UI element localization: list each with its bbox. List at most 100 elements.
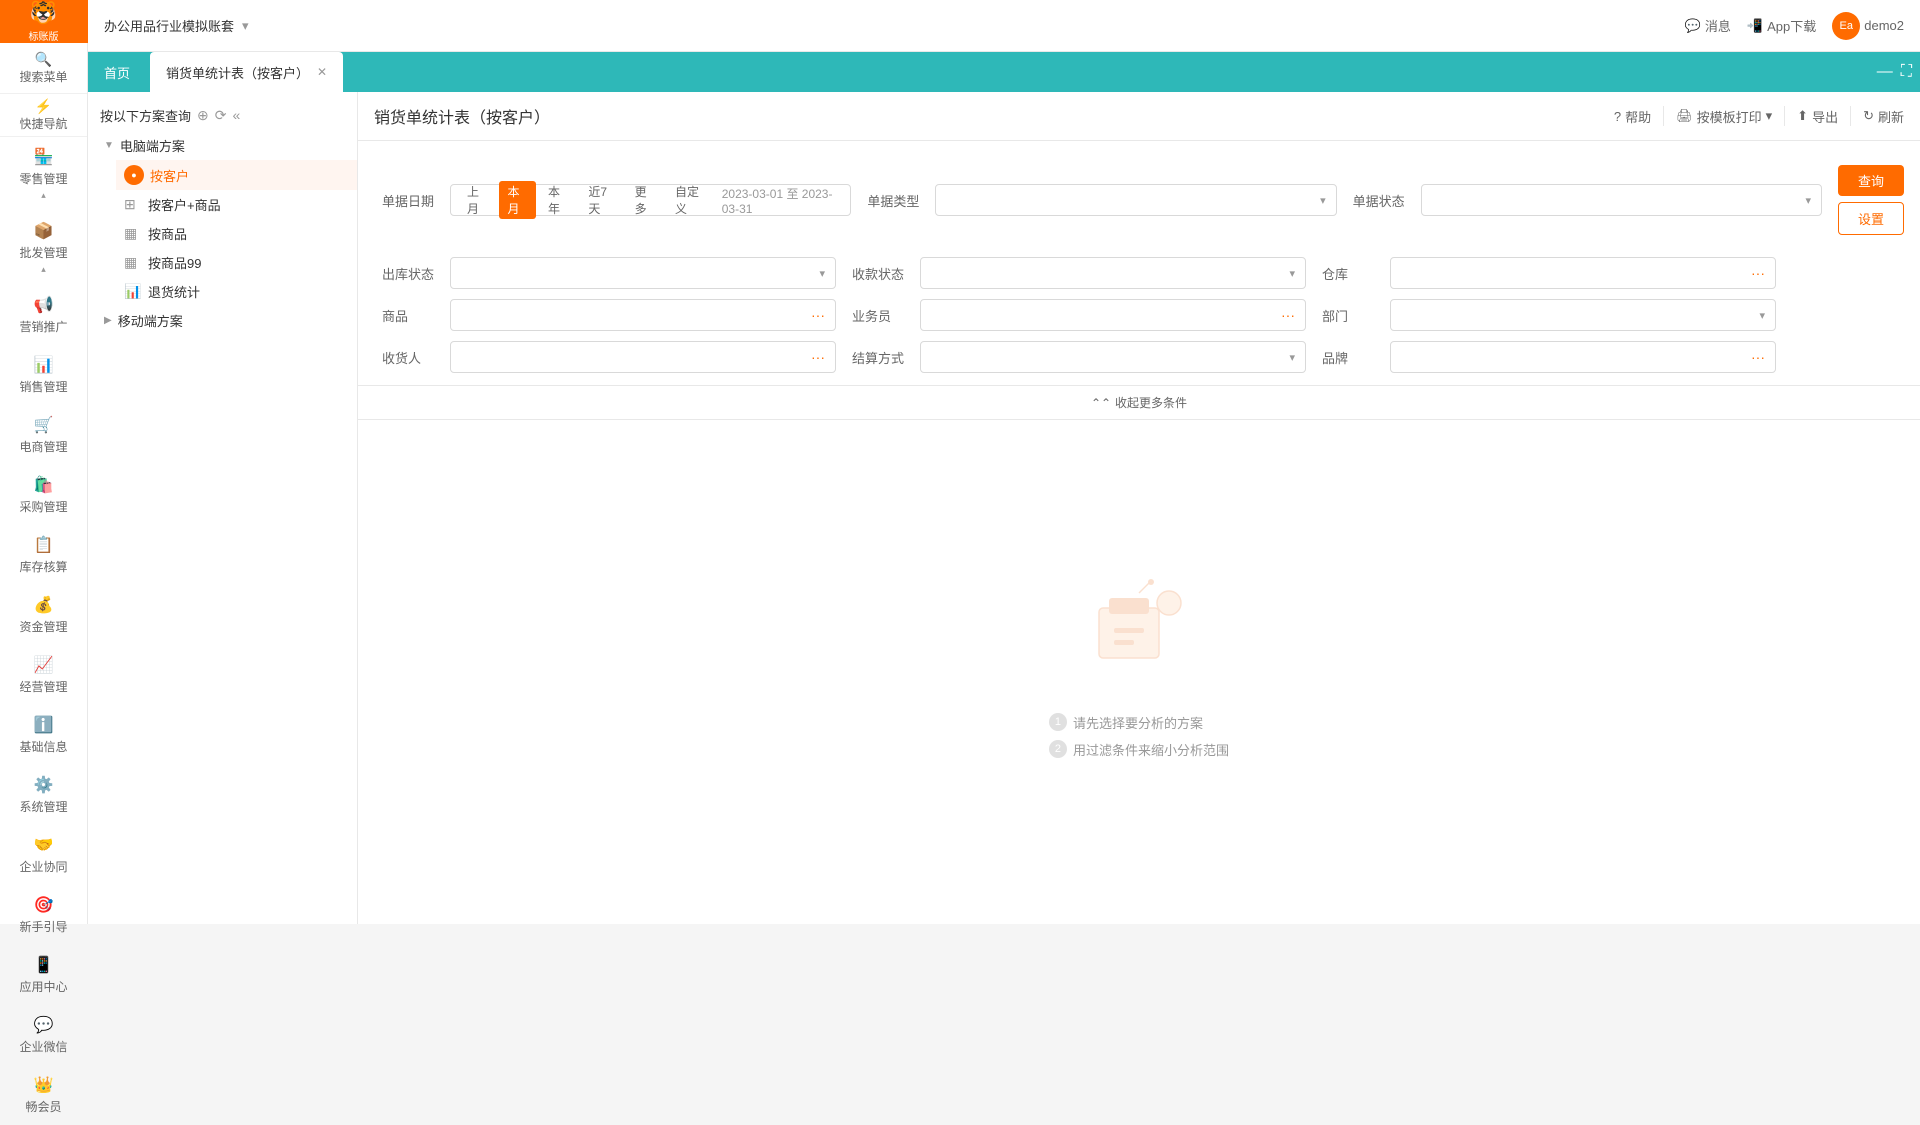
sidebar-item-basic-info[interactable]: ℹ️ 基础信息 — [0, 705, 87, 765]
sales-icon: 📊 — [34, 355, 54, 375]
tree-child-customer-product[interactable]: ⊞ 按客户+商品 — [116, 190, 357, 219]
payment-status-select[interactable]: ▾ — [920, 257, 1306, 289]
query-button[interactable]: 查询 — [1838, 165, 1904, 196]
receiver-ellipsis[interactable]: ··· — [811, 349, 825, 365]
brand-ellipsis[interactable]: ··· — [1751, 349, 1765, 365]
salesperson-input[interactable]: ··· — [920, 299, 1306, 331]
export-button[interactable]: ⬆ 导出 — [1797, 107, 1838, 126]
warehouse-status-select[interactable]: ▾ — [450, 257, 836, 289]
tree-child-by-product[interactable]: ▦ 按商品 — [116, 219, 357, 248]
refresh-button[interactable]: ↻ 刷新 — [1863, 107, 1904, 126]
left-panel-icons: ⊕ ⟳ « — [197, 107, 240, 124]
product-input[interactable]: ··· — [450, 299, 836, 331]
date-btn-last-month[interactable]: 上月 — [459, 181, 495, 219]
receiver-label: 收货人 — [382, 348, 442, 367]
app-download-button[interactable]: 📲 App下载 — [1747, 16, 1816, 35]
tree-arrow-pc: ▼ — [104, 140, 114, 151]
sidebar-item-ecommerce[interactable]: 🛒 电商管理 — [0, 405, 87, 465]
doc-status-select[interactable]: ▾ — [1421, 184, 1822, 216]
date-btn-custom[interactable]: 自定义 — [667, 181, 714, 219]
collaboration-icon: 🤝 — [34, 835, 54, 855]
topbar-dropdown-icon[interactable]: ▾ — [242, 18, 249, 34]
sidebar-item-sales[interactable]: 📊 销售管理 — [0, 345, 87, 405]
operation-icon: 📈 — [34, 655, 54, 675]
refresh-scheme-button[interactable]: ⟳ — [215, 107, 227, 124]
sidebar-item-marketing[interactable]: 📢 营销推广 — [0, 285, 87, 345]
topbar-title: 办公用品行业模拟账套 — [104, 16, 234, 35]
tab-maximize-icon[interactable]: ⛶ — [1901, 63, 1912, 81]
date-btn-more[interactable]: 更多 — [627, 181, 663, 219]
collapse-panel-button[interactable]: « — [232, 107, 240, 124]
sidebar-item-inventory[interactable]: 📋 库存核算 — [0, 525, 87, 585]
settlement-chevron: ▾ — [1289, 351, 1295, 364]
sidebar-item-purchase[interactable]: 🛍️ 采购管理 — [0, 465, 87, 525]
help-icon: ? — [1614, 109, 1621, 124]
receiver-input[interactable]: ··· — [450, 341, 836, 373]
date-btn-this-year[interactable]: 本年 — [540, 181, 576, 219]
tab-home[interactable]: 首页 — [88, 52, 146, 92]
date-btn-this-month[interactable]: 本月 — [499, 181, 535, 219]
doc-type-select[interactable]: ▾ — [935, 184, 1336, 216]
department-label: 部门 — [1322, 306, 1382, 325]
export-icon: ⬆ — [1797, 108, 1808, 124]
marketing-icon: 📢 — [34, 295, 54, 315]
message-button[interactable]: 💬 消息 — [1685, 16, 1731, 35]
department-select[interactable]: ▾ — [1390, 299, 1776, 331]
customer-product-label: 按客户+商品 — [148, 195, 221, 214]
filter-row-2: 出库状态 ▾ 收款状态 ▾ 仓库 — [374, 257, 1904, 289]
product-ellipsis[interactable]: ··· — [811, 307, 825, 323]
settlement-select[interactable]: ▾ — [920, 341, 1306, 373]
sidebar-item-search[interactable]: 🔍 搜索菜单 — [0, 43, 87, 94]
filter-doc-type: 单据类型 ▾ — [859, 184, 1344, 216]
tab-minimize-icon[interactable]: — — [1877, 63, 1893, 81]
sidebar-item-operation[interactable]: 📈 经营管理 — [0, 645, 87, 705]
sidebar-item-system[interactable]: ⚙️ 系统管理 — [0, 765, 87, 825]
sidebar-item-quick-nav[interactable]: ⚡ 快捷导航 — [0, 94, 87, 137]
sidebar-item-app-center[interactable]: 📱 应用中心 — [0, 945, 87, 1005]
logo-icon: 🐯 — [30, 0, 57, 26]
help-button[interactable]: ? 帮助 — [1614, 107, 1651, 126]
sidebar-item-collaboration[interactable]: 🤝 企业协同 — [0, 825, 87, 885]
brand-input[interactable]: ··· — [1390, 341, 1776, 373]
tree-child-product99[interactable]: ▦ 按商品99 — [116, 248, 357, 277]
user-button[interactable]: Ea demo2 — [1832, 12, 1904, 40]
department-chevron: ▾ — [1759, 309, 1765, 322]
collapse-bar[interactable]: ⌃⌃ 收起更多条件 — [358, 386, 1920, 420]
tab-sales-stat[interactable]: 销货单统计表（按客户） ✕ — [150, 52, 343, 92]
tree-item-mobile[interactable]: ▶ 移动端方案 — [88, 306, 357, 335]
filter-row-1: 单据日期 上月 本月 本年 近7天 更多 自定义 2023-03-01 至 20… — [374, 153, 1904, 247]
print-dropdown-icon[interactable]: ▾ — [1766, 108, 1773, 124]
sidebar-item-wechat[interactable]: 💬 企业微信 — [0, 1005, 87, 1065]
payment-status-chevron: ▾ — [1289, 267, 1295, 280]
tree-child-by-customer[interactable]: ● 按客户 — [116, 160, 357, 190]
tree-item-pc[interactable]: ▼ 电脑端方案 — [88, 131, 357, 160]
member-icon: 👑 — [34, 1075, 54, 1095]
warehouse-status-label: 出库状态 — [382, 264, 442, 283]
wholesale-icon: 📦 — [34, 221, 54, 241]
sidebar-item-wholesale[interactable]: 📦 批发管理 ▴ — [0, 211, 87, 285]
add-scheme-button[interactable]: ⊕ — [197, 107, 209, 124]
settings-button[interactable]: 设置 — [1838, 202, 1904, 235]
sidebar-item-finance[interactable]: 💰 资金管理 — [0, 585, 87, 645]
page-title: 销货单统计表（按客户） — [374, 104, 550, 140]
warehouse-ellipsis[interactable]: ··· — [1751, 265, 1765, 281]
salesperson-ellipsis[interactable]: ··· — [1281, 307, 1295, 323]
payment-status-label: 收款状态 — [852, 264, 912, 283]
tree-label-mobile: 移动端方案 — [118, 311, 183, 330]
date-btn-7days[interactable]: 近7天 — [580, 181, 622, 219]
tab-close-icon[interactable]: ✕ — [317, 65, 327, 79]
filter-department: 部门 ▾ — [1314, 299, 1784, 331]
empty-step-1: 1 请先选择要分析的方案 — [1049, 713, 1229, 732]
print-button[interactable]: 🖨 按模板打印 ▾ — [1676, 107, 1772, 126]
step1-badge: 1 — [1049, 713, 1067, 731]
topbar: 办公用品行业模拟账套 ▾ 💬 消息 📲 App下载 Ea demo2 — [88, 0, 1920, 52]
sidebar-item-member[interactable]: 👑 畅会员 — [0, 1065, 87, 1125]
tree-child-return-stats[interactable]: 📊 退货统计 — [116, 277, 357, 306]
sidebar-item-guide[interactable]: 🎯 新手引导 — [0, 885, 87, 945]
date-filter-group: 上月 本月 本年 近7天 更多 自定义 2023-03-01 至 2023-03… — [450, 184, 851, 216]
inventory-icon: 📋 — [34, 535, 54, 555]
warehouse-input[interactable]: ··· — [1390, 257, 1776, 289]
tree-children-pc: ● 按客户 ⊞ 按客户+商品 ▦ 按商品 ▦ 按商品99 📊 退货统计 — [88, 160, 357, 306]
page-actions: ? 帮助 🖨 按模板打印 ▾ ⬆ 导出 — [1614, 106, 1904, 138]
sidebar-item-retail[interactable]: 🏪 零售管理 ▴ — [0, 137, 87, 211]
